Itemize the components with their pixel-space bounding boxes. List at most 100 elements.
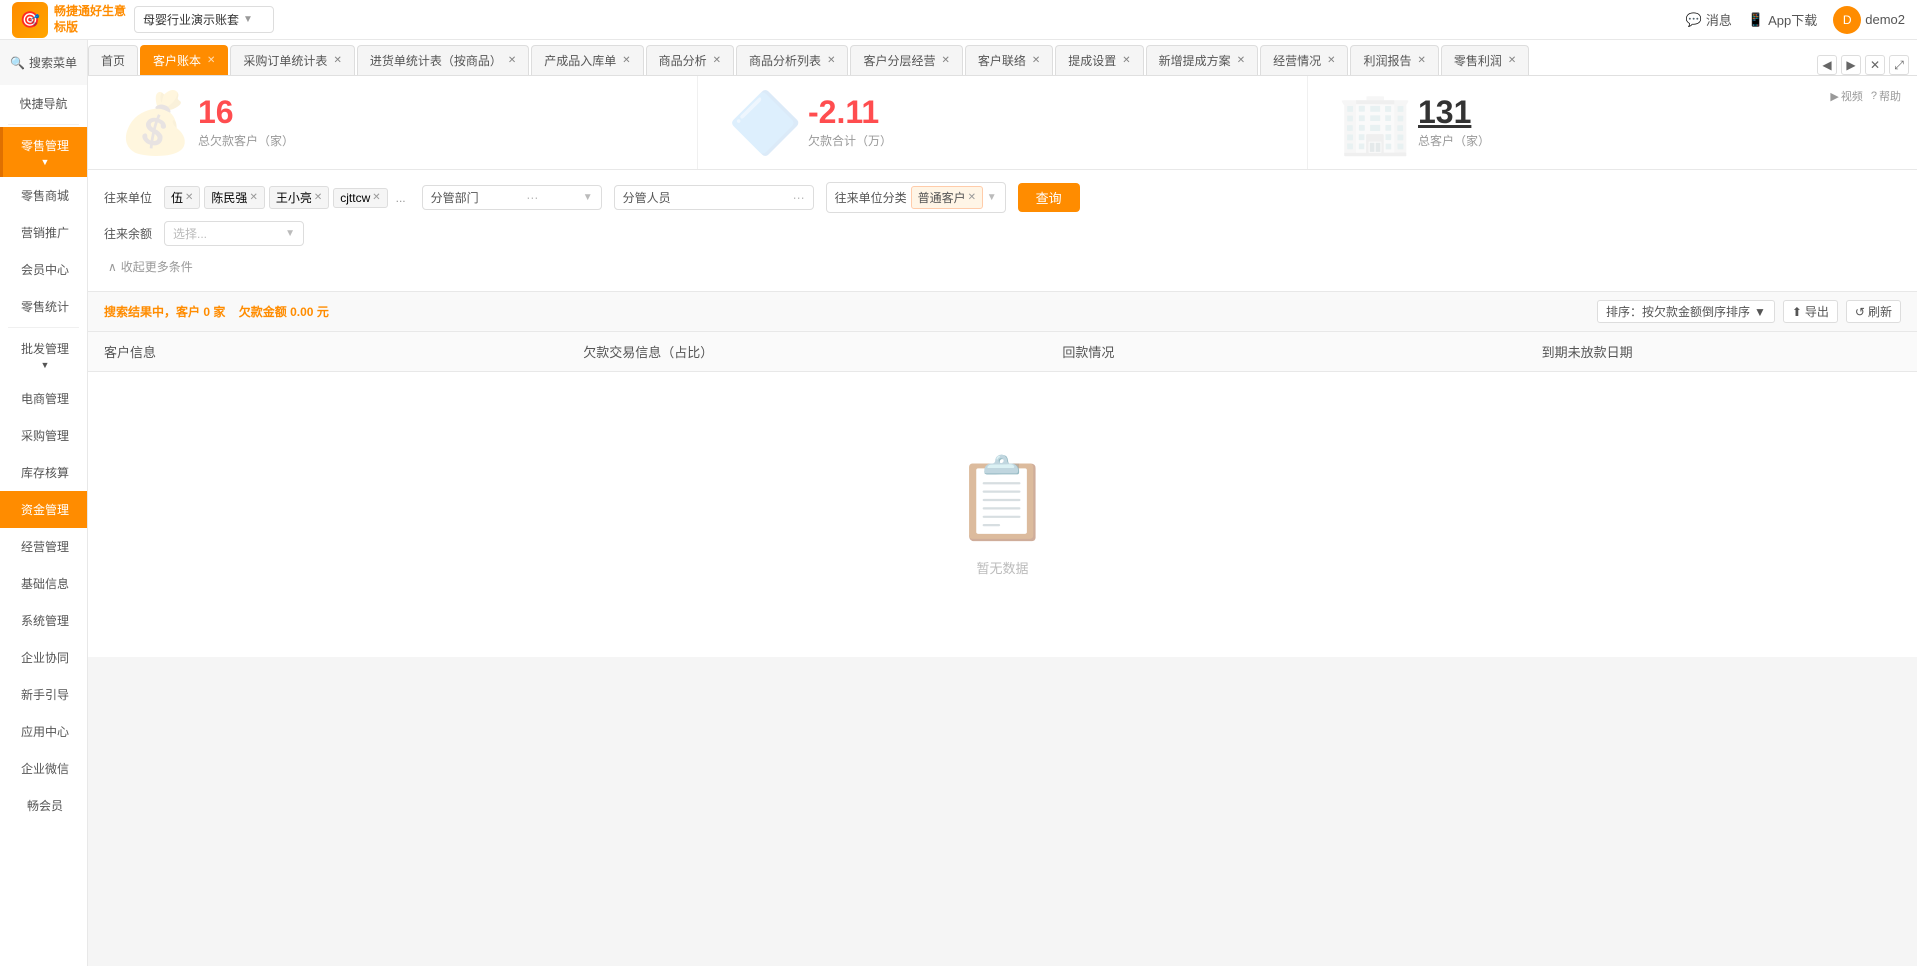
remove-tag-chen[interactable]: ✕ xyxy=(249,192,257,203)
chevron-down-icon: ▼ xyxy=(41,157,50,167)
close-icon[interactable]: ✕ xyxy=(622,55,630,66)
sidebar-item-wechat[interactable]: 企业微信 xyxy=(0,750,87,787)
close-icon[interactable]: ✕ xyxy=(333,55,341,66)
close-icon[interactable]: ✕ xyxy=(1032,55,1040,66)
tab-prev-button[interactable]: ◀ xyxy=(1817,55,1837,75)
sidebar-item-quick-nav[interactable]: 快捷导航 xyxy=(0,85,87,122)
tab-commission-settings[interactable]: 提成设置 ✕ xyxy=(1055,45,1143,75)
sidebar-item-basic[interactable]: 基础信息 xyxy=(0,565,87,602)
remove-tag-category[interactable]: ✕ xyxy=(968,192,976,203)
close-icon[interactable]: ✕ xyxy=(508,55,516,66)
tab-product-analysis-list[interactable]: 商品分析列表 ✕ xyxy=(736,45,848,75)
sidebar-item-app[interactable]: 应用中心 xyxy=(0,713,87,750)
close-icon[interactable]: ✕ xyxy=(1418,55,1426,66)
results-actions: 排序：按欠款金额倒序排序 ▼ ⬆ 导出 ↺ 刷新 xyxy=(1597,300,1901,323)
stat-card-customers: 💰 16 总欠款客户（家） xyxy=(88,76,698,169)
filter-category[interactable]: 往来单位分类 普通客户 ✕ ▼ xyxy=(826,182,1006,213)
tab-production[interactable]: 产成品入库单 ✕ xyxy=(531,45,643,75)
message-button[interactable]: 💬 消息 xyxy=(1686,10,1732,29)
search-menu-button[interactable]: 🔍 搜索菜单 xyxy=(8,48,79,77)
close-icon[interactable]: ✕ xyxy=(713,55,721,66)
filter-tag-wang[interactable]: 王小亮 ✕ xyxy=(269,186,329,209)
remove-tag-wu[interactable]: ✕ xyxy=(185,192,193,203)
help-button[interactable]: ? 帮助 xyxy=(1871,88,1901,104)
sidebar-search-area: 🔍 搜索菜单 xyxy=(0,40,87,85)
filter-tag-category[interactable]: 普通客户 ✕ xyxy=(911,186,983,209)
tab-close-all-button[interactable]: ✕ xyxy=(1865,55,1885,75)
sort-selector[interactable]: 排序：按欠款金额倒序排序 ▼ xyxy=(1597,300,1775,323)
filter-tag-chen[interactable]: 陈民强 ✕ xyxy=(204,186,264,209)
sidebar-item-retail-mall[interactable]: 零售商城 xyxy=(0,177,87,214)
sidebar-item-retail-stats[interactable]: 零售统计 xyxy=(0,288,87,325)
collapse-button[interactable]: ∧ 收起更多条件 xyxy=(104,254,1901,279)
close-icon[interactable]: ✕ xyxy=(827,55,835,66)
table-header: 客户信息 欠款交易信息（占比） 回款情况 到期未放款日期 xyxy=(88,332,1917,372)
stat-bg-icon-1: 💰 xyxy=(118,87,193,158)
content-area: 💰 16 总欠款客户（家） 🔷 -2.11 欠款合计（万） 🏢 xyxy=(88,76,1917,966)
tab-business[interactable]: 经营情况 ✕ xyxy=(1260,45,1348,75)
tab-goods-stats[interactable]: 进货单统计表（按商品） ✕ xyxy=(357,45,529,75)
filter-tag-cjttcw[interactable]: cjttcw ✕ xyxy=(333,188,387,208)
close-icon[interactable]: ✕ xyxy=(1327,55,1335,66)
video-button[interactable]: ▶ 视频 xyxy=(1830,88,1862,104)
close-icon[interactable]: ✕ xyxy=(941,55,949,66)
sidebar-item-ecommerce[interactable]: 电商管理 xyxy=(0,380,87,417)
video-icon: ▶ xyxy=(1830,90,1838,103)
sidebar-item-finance[interactable]: 资金管理 xyxy=(0,491,87,528)
close-icon[interactable]: ✕ xyxy=(207,55,215,66)
tab-customer-contact[interactable]: 客户联络 ✕ xyxy=(965,45,1053,75)
tab-profit-report[interactable]: 利润报告 ✕ xyxy=(1350,45,1438,75)
chevron-down-icon: ▼ xyxy=(41,360,50,370)
company-selector[interactable]: 母婴行业演示账套 ▼ xyxy=(134,6,274,33)
sidebar-item-purchase[interactable]: 采购管理 xyxy=(0,417,87,454)
tab-add-commission[interactable]: 新增提成方案 ✕ xyxy=(1146,45,1258,75)
tab-product-analysis[interactable]: 商品分析 ✕ xyxy=(646,45,734,75)
more-tags-button[interactable]: ... xyxy=(392,189,410,207)
help-icon: ? xyxy=(1871,90,1877,102)
remove-tag-cjttcw[interactable]: ✕ xyxy=(372,192,380,203)
tab-retail-profit[interactable]: 零售利润 ✕ xyxy=(1441,45,1529,75)
close-icon[interactable]: ✕ xyxy=(1122,55,1130,66)
sidebar-item-system[interactable]: 系统管理 xyxy=(0,602,87,639)
query-button[interactable]: 查询 xyxy=(1018,183,1080,212)
tab-purchase-order[interactable]: 采购订单统计表 ✕ xyxy=(230,45,354,75)
filter-label-unit: 往来单位 xyxy=(104,189,152,206)
sidebar-item-retail[interactable]: 零售管理 ▼ xyxy=(0,127,87,177)
close-icon[interactable]: ✕ xyxy=(1237,55,1245,66)
tab-expand-button[interactable]: ⤢ xyxy=(1889,55,1909,75)
tab-home[interactable]: 首页 xyxy=(88,45,138,75)
sidebar-item-vip[interactable]: 畅会员 xyxy=(0,787,87,824)
app-download-button[interactable]: 📱 App下载 xyxy=(1748,10,1817,29)
stat-number-customers: 16 xyxy=(198,96,294,128)
chevron-up-icon: ∧ xyxy=(108,260,117,274)
empty-icon: 📋 xyxy=(953,452,1053,546)
tab-customer-ledger[interactable]: 客户账本 ✕ xyxy=(140,45,228,75)
filter-manager[interactable]: 分管人员 ⋯ xyxy=(614,185,814,210)
filter-area: 往来单位 伍 ✕ 陈民强 ✕ 王小亮 ✕ xyxy=(88,170,1917,292)
sidebar-item-operation[interactable]: 经营管理 xyxy=(0,528,87,565)
stat-info-total: 131 总客户（家） xyxy=(1418,96,1490,149)
tab-customer-tier[interactable]: 客户分层经营 ✕ xyxy=(850,45,962,75)
filter-tag-wu[interactable]: 伍 ✕ xyxy=(164,186,200,209)
user-profile[interactable]: D demo2 xyxy=(1833,6,1905,34)
sidebar-item-marketing[interactable]: 营销推广 xyxy=(0,214,87,251)
dots-icon: ⋯ xyxy=(526,191,538,205)
filter-balance-select[interactable]: 选择... ▼ xyxy=(164,221,304,246)
sidebar-item-inventory[interactable]: 库存核算 xyxy=(0,454,87,491)
stat-info-debt: -2.11 欠款合计（万） xyxy=(808,96,892,149)
sidebar-item-enterprise[interactable]: 企业协同 xyxy=(0,639,87,676)
sidebar-item-member[interactable]: 会员中心 xyxy=(0,251,87,288)
sidebar-item-wholesale[interactable]: 批发管理 ▼ xyxy=(0,330,87,380)
refresh-button[interactable]: ↺ 刷新 xyxy=(1846,300,1901,323)
table-col-due-date: 到期未放款日期 xyxy=(1542,342,1901,361)
tab-controls: ◀ ▶ ✕ ⤢ xyxy=(1809,55,1917,75)
message-icon: 💬 xyxy=(1686,12,1702,28)
close-icon[interactable]: ✕ xyxy=(1508,55,1516,66)
tab-next-button[interactable]: ▶ xyxy=(1841,55,1861,75)
remove-tag-wang[interactable]: ✕ xyxy=(314,192,322,203)
chevron-down-icon: ▼ xyxy=(583,192,593,203)
sidebar-item-guide[interactable]: 新手引导 xyxy=(0,676,87,713)
filter-department[interactable]: 分管部门 ⋯ ▼ xyxy=(422,185,602,210)
filter-tags-unit: 伍 ✕ 陈民强 ✕ 王小亮 ✕ cjttcw ✕ xyxy=(164,186,410,209)
export-button[interactable]: ⬆ 导出 xyxy=(1783,300,1838,323)
